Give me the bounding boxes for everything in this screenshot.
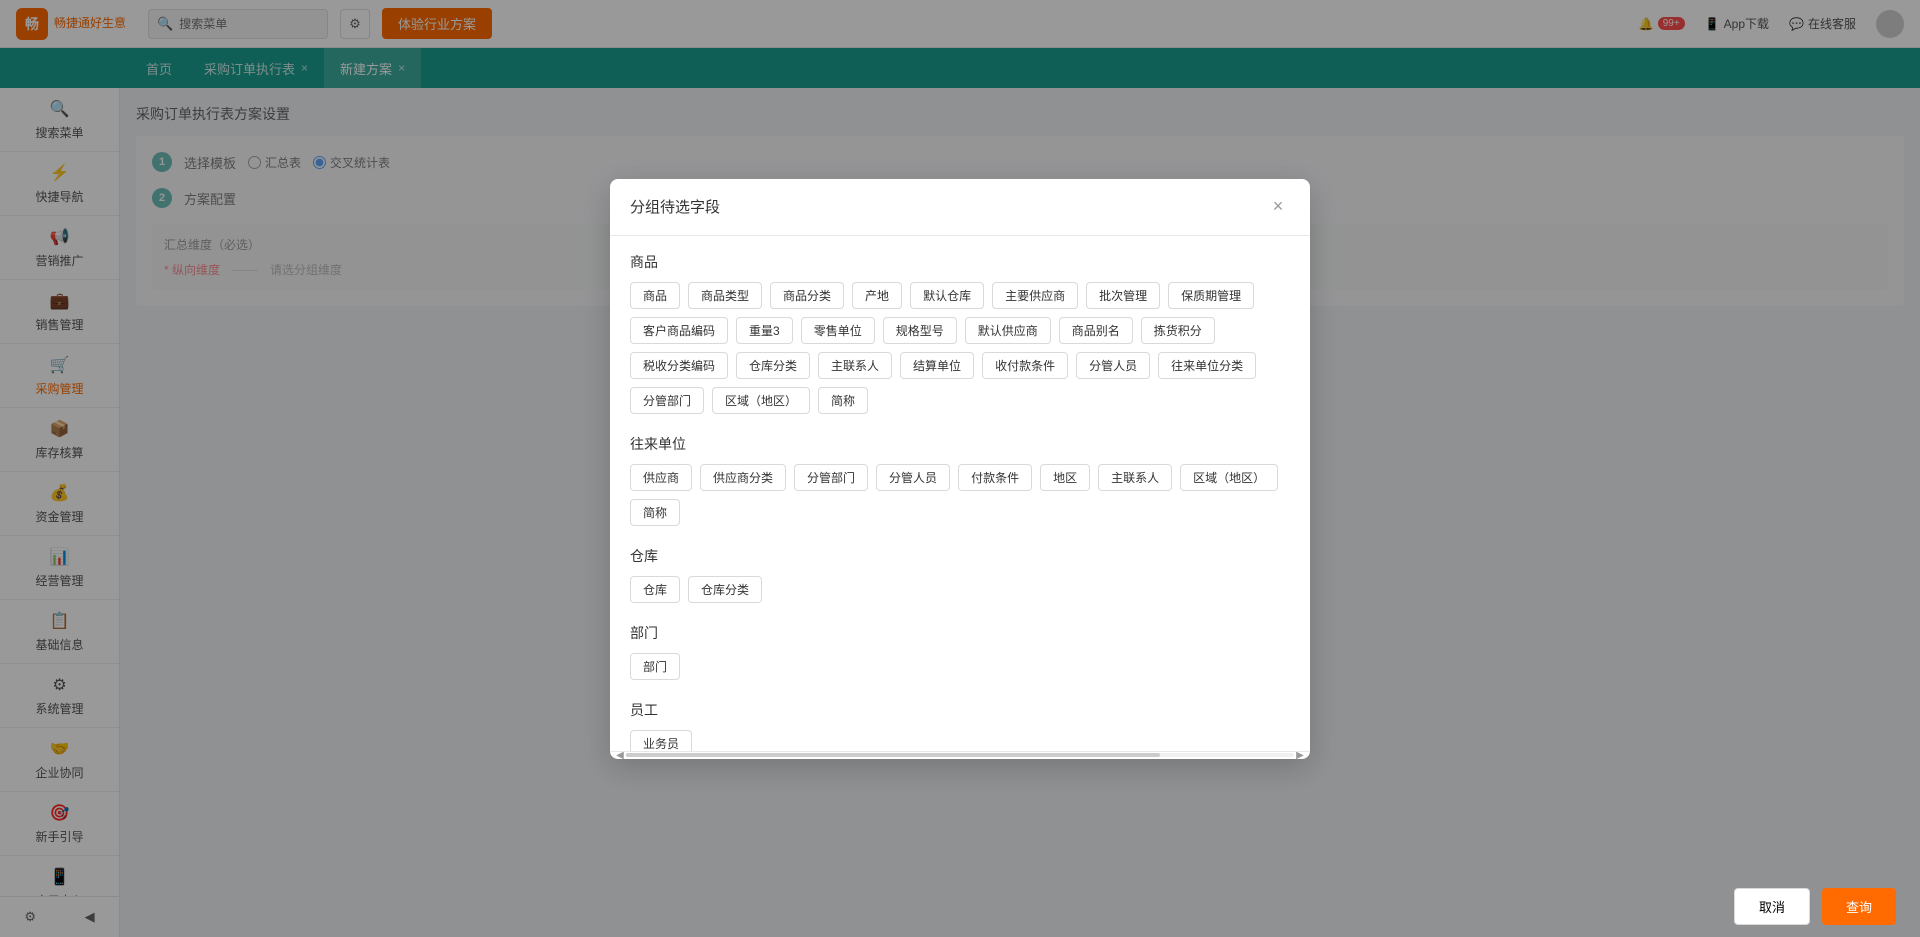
tag-goods-pick-points[interactable]: 拣货积分 xyxy=(1141,317,1215,344)
tag-goods-settlement[interactable]: 结算单位 xyxy=(900,352,974,379)
tag-department[interactable]: 部门 xyxy=(630,653,680,680)
tag-partner-supplier-category[interactable]: 供应商分类 xyxy=(700,464,786,491)
cancel-button[interactable]: 取消 xyxy=(1734,888,1810,925)
tag-partner-payment-terms[interactable]: 付款条件 xyxy=(958,464,1032,491)
modal-title: 分组待选字段 xyxy=(630,196,720,217)
tag-goods-default-supplier[interactable]: 默认供应商 xyxy=(965,317,1051,344)
tag-partner-supplier[interactable]: 供应商 xyxy=(630,464,692,491)
tag-employee-salesperson[interactable]: 业务员 xyxy=(630,730,692,751)
goods-tags: 商品 商品类型 商品分类 产地 默认仓库 主要供应商 批次管理 保质期管理 客户… xyxy=(630,282,1290,414)
tag-goods-type[interactable]: 商品类型 xyxy=(688,282,762,309)
tag-goods-dept[interactable]: 分管部门 xyxy=(630,387,704,414)
employee-tags: 业务员 xyxy=(630,730,1290,751)
tag-partner-region[interactable]: 区域（地区） xyxy=(1180,464,1278,491)
modal-close-button[interactable]: × xyxy=(1266,195,1290,219)
warehouse-tags: 仓库 仓库分类 xyxy=(630,576,1290,603)
modal-header: 分组待选字段 × xyxy=(610,179,1310,236)
modal-footer: 取消 查询 xyxy=(1710,876,1920,937)
tag-goods-expiry[interactable]: 保质期管理 xyxy=(1168,282,1254,309)
tag-goods-origin[interactable]: 产地 xyxy=(852,282,902,309)
section-warehouse-title: 仓库 xyxy=(630,546,1290,566)
tag-partner-dept[interactable]: 分管部门 xyxy=(794,464,868,491)
modal-body[interactable]: 商品 商品 商品类型 商品分类 产地 默认仓库 主要供应商 批次管理 保质期管理… xyxy=(610,236,1310,751)
tag-goods-region[interactable]: 区域（地区） xyxy=(712,387,810,414)
scrollbar-track xyxy=(626,753,1294,757)
modal-dialog: 分组待选字段 × 商品 商品 商品类型 商品分类 产地 默认仓库 主要供应商 批… xyxy=(610,179,1310,759)
section-department: 部门 部门 xyxy=(630,623,1290,680)
modal-overlay: 分组待选字段 × 商品 商品 商品类型 商品分类 产地 默认仓库 主要供应商 批… xyxy=(0,0,1920,937)
tag-warehouse[interactable]: 仓库 xyxy=(630,576,680,603)
tag-goods-tax-code[interactable]: 税收分类编码 xyxy=(630,352,728,379)
tag-goods-short-name[interactable]: 简称 xyxy=(818,387,868,414)
tag-goods-partner-category[interactable]: 往来单位分类 xyxy=(1158,352,1256,379)
section-goods-title: 商品 xyxy=(630,252,1290,272)
tag-partner-area[interactable]: 地区 xyxy=(1040,464,1090,491)
section-partner-title: 往来单位 xyxy=(630,434,1290,454)
tag-partner-manager[interactable]: 分管人员 xyxy=(876,464,950,491)
department-tags: 部门 xyxy=(630,653,1290,680)
tag-goods-spec[interactable]: 规格型号 xyxy=(883,317,957,344)
tag-goods-warehouse-category[interactable]: 仓库分类 xyxy=(736,352,810,379)
section-employee-title: 员工 xyxy=(630,700,1290,720)
modal-scrollbar[interactable]: ◀ ▶ xyxy=(610,751,1310,759)
section-partner: 往来单位 供应商 供应商分类 分管部门 分管人员 付款条件 地区 主联系人 区域… xyxy=(630,434,1290,526)
scroll-right-arrow[interactable]: ▶ xyxy=(1294,749,1306,761)
tag-goods-payment-terms[interactable]: 收付款条件 xyxy=(982,352,1068,379)
tag-partner-short-name[interactable]: 简称 xyxy=(630,499,680,526)
tag-goods-retail-unit[interactable]: 零售单位 xyxy=(801,317,875,344)
confirm-button[interactable]: 查询 xyxy=(1822,888,1896,925)
tag-partner-main-contact[interactable]: 主联系人 xyxy=(1098,464,1172,491)
section-employee: 员工 业务员 xyxy=(630,700,1290,751)
partner-tags: 供应商 供应商分类 分管部门 分管人员 付款条件 地区 主联系人 区域（地区） … xyxy=(630,464,1290,526)
tag-goods-alias[interactable]: 商品别名 xyxy=(1059,317,1133,344)
tag-goods-default-warehouse[interactable]: 默认仓库 xyxy=(910,282,984,309)
tag-goods-main-supplier[interactable]: 主要供应商 xyxy=(992,282,1078,309)
tag-goods-product[interactable]: 商品 xyxy=(630,282,680,309)
tag-goods-category[interactable]: 商品分类 xyxy=(770,282,844,309)
tag-goods-weight[interactable]: 重量3 xyxy=(736,317,793,344)
tag-goods-main-contact[interactable]: 主联系人 xyxy=(818,352,892,379)
section-warehouse: 仓库 仓库 仓库分类 xyxy=(630,546,1290,603)
tag-goods-manager[interactable]: 分管人员 xyxy=(1076,352,1150,379)
tag-warehouse-category[interactable]: 仓库分类 xyxy=(688,576,762,603)
scroll-left-arrow[interactable]: ◀ xyxy=(614,749,626,761)
section-goods: 商品 商品 商品类型 商品分类 产地 默认仓库 主要供应商 批次管理 保质期管理… xyxy=(630,252,1290,414)
tag-goods-batch[interactable]: 批次管理 xyxy=(1086,282,1160,309)
tag-goods-customer-code[interactable]: 客户商品编码 xyxy=(630,317,728,344)
scrollbar-thumb[interactable] xyxy=(626,753,1160,757)
section-department-title: 部门 xyxy=(630,623,1290,643)
